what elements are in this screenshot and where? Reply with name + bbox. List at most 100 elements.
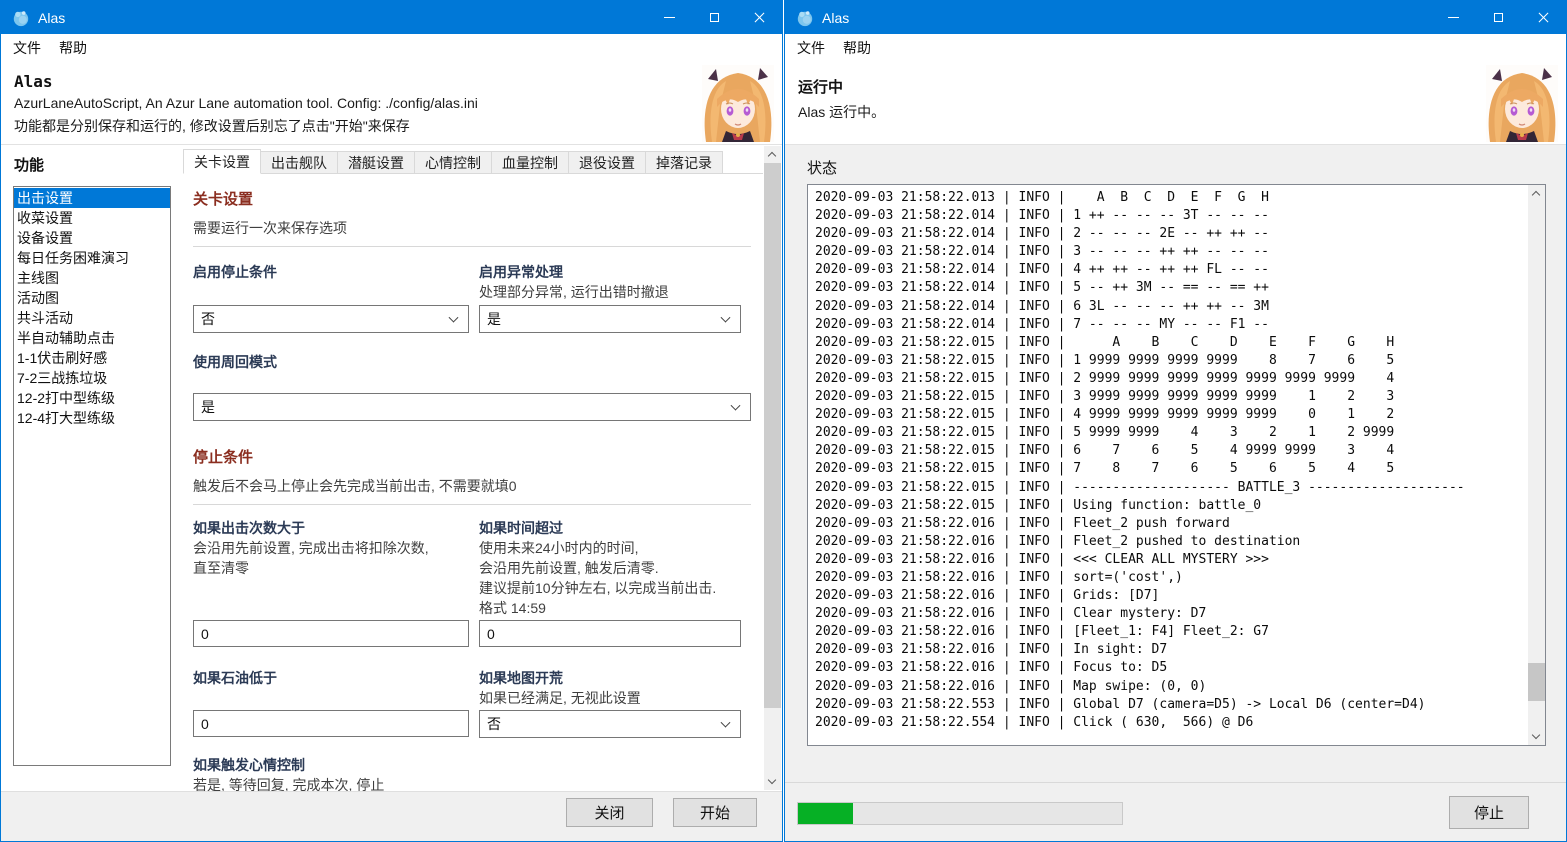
divider <box>193 246 751 247</box>
chevron-down-icon <box>720 312 731 323</box>
close-icon[interactable] <box>737 1 782 34</box>
scroll-down-icon[interactable] <box>1531 730 1541 740</box>
field-label: 如果出击次数大于 <box>193 520 305 536</box>
avatar <box>702 65 774 142</box>
scroll-up-icon[interactable] <box>1531 190 1541 200</box>
window-controls <box>1431 1 1566 34</box>
field-label: 如果地图开荒 <box>479 670 563 686</box>
scrollbar-thumb[interactable] <box>764 163 781 708</box>
sidebar-item[interactable]: 7-2三战拣垃圾 <box>14 368 170 388</box>
chevron-down-icon <box>730 400 741 411</box>
section-heading: 停止条件 <box>193 449 254 466</box>
field-label: 使用周回模式 <box>193 354 277 370</box>
alas-app-icon <box>13 10 29 26</box>
sidebar-item[interactable]: 主线图 <box>14 268 170 288</box>
sidebar-item[interactable]: 出击设置 <box>14 188 170 208</box>
tab[interactable]: 血量控制 <box>492 151 569 174</box>
select-value: 是 <box>487 311 501 327</box>
chevron-down-icon <box>720 717 731 728</box>
log-scrollbar[interactable] <box>1528 185 1545 745</box>
select-value: 否 <box>487 716 501 732</box>
menubar: 文件 帮助 <box>1 34 782 62</box>
header-title: Alas <box>14 72 53 91</box>
titlebar[interactable]: Alas <box>785 1 1566 34</box>
field-desc: 使用未来24小时内的时间, 会沿用先前设置, 触发后清零. 建议提前10分钟左右… <box>479 540 717 616</box>
field-label: 启用停止条件 <box>193 264 277 280</box>
sidebar-item[interactable]: 每日任务困难演习 <box>14 248 170 268</box>
log-body: 状态 2020-09-03 21:58:22.013 | INFO | A B … <box>785 145 1566 782</box>
header-description: AzurLaneAutoScript, An Azur Lane automat… <box>14 95 478 111</box>
progress-fill <box>798 803 854 824</box>
sidebar-item[interactable]: 半自动辅助点击 <box>14 328 170 348</box>
sidebar-title: 功能 <box>14 157 45 174</box>
header-hint: 功能都是分别保存和运行的, 修改设置后别忘了点击"开始"来保存 <box>14 118 410 134</box>
screen: Alas 文件 帮助 Alas AzurLaneAutoScript, An Az… <box>0 0 1567 842</box>
if-oil-input[interactable] <box>193 710 469 737</box>
scroll-up-icon[interactable] <box>767 151 777 161</box>
tab[interactable]: 掉落记录 <box>646 151 723 174</box>
field-desc: 若是, 等待回复, 完成本次, 停止 <box>193 777 385 791</box>
tab[interactable]: 出击舰队 <box>261 151 338 174</box>
select-value: 是 <box>201 399 215 415</box>
menu-item[interactable]: 帮助 <box>50 34 96 62</box>
field-desc: 处理部分异常, 运行出错时撤退 <box>479 284 669 300</box>
if-time-input[interactable] <box>479 620 741 647</box>
log-text: 2020-09-03 21:58:22.013 | INFO | A B C D… <box>815 190 1465 730</box>
if-map-clear-select[interactable]: 否 <box>479 710 741 738</box>
app-header: 运行中 Alas 运行中。 <box>785 62 1566 145</box>
status-label: 状态 <box>807 160 838 177</box>
start-button[interactable]: 开始 <box>673 798 757 827</box>
loop-mode-select[interactable]: 是 <box>193 393 751 421</box>
sidebar-item[interactable]: 活动图 <box>14 288 170 308</box>
footer-bar: 停止 <box>785 782 1566 841</box>
scrollbar-thumb[interactable] <box>1528 663 1545 701</box>
alas-running-window: Alas 文件 帮助 运行中 Alas 运行中。 状态 2020-09-03 2… <box>784 0 1567 842</box>
field-label: 如果石油低于 <box>193 670 277 686</box>
field-label: 如果触发心情控制 <box>193 757 305 773</box>
minimize-icon[interactable] <box>647 1 692 34</box>
menubar: 文件 帮助 <box>785 34 1566 62</box>
alas-settings-window: Alas 文件 帮助 Alas AzurLaneAutoScript, An Az… <box>0 0 783 842</box>
maximize-icon[interactable] <box>1476 1 1521 34</box>
field-desc: 会沿用先前设置, 完成出击将扣除次数, 直至清零 <box>193 540 429 576</box>
stop-button[interactable]: 停止 <box>1449 796 1529 829</box>
field-label: 启用异常处理 <box>479 264 563 280</box>
log-output[interactable]: 2020-09-03 21:58:22.013 | INFO | A B C D… <box>807 184 1546 746</box>
select-value: 否 <box>201 311 215 327</box>
scroll-down-icon[interactable] <box>767 775 777 785</box>
close-icon[interactable] <box>1521 1 1566 34</box>
enable-stop-select[interactable]: 否 <box>193 305 469 333</box>
sidebar-item[interactable]: 共斗活动 <box>14 308 170 328</box>
chevron-down-icon <box>448 312 459 323</box>
tab-bar: 关卡设置 出击舰队 潜艇设置 心情控制 血量控制 退役设置 掉落记录 <box>183 149 723 174</box>
tab[interactable]: 心情控制 <box>415 151 492 174</box>
content-scrollbar[interactable] <box>764 146 781 790</box>
progress-bar <box>797 802 1123 825</box>
sidebar-item[interactable]: 12-2打中型练级 <box>14 388 170 408</box>
maximize-icon[interactable] <box>692 1 737 34</box>
section-desc: 触发后不会马上停止会先完成当前出击, 不需要就填0 <box>193 478 517 494</box>
enable-exception-select[interactable]: 是 <box>479 305 741 333</box>
sidebar-item[interactable]: 12-4打大型练级 <box>14 408 170 428</box>
minimize-icon[interactable] <box>1431 1 1476 34</box>
window-title: Alas <box>38 9 66 26</box>
tab[interactable]: 潜艇设置 <box>338 151 415 174</box>
sidebar-item[interactable]: 1-1伏击刷好感 <box>14 348 170 368</box>
tab-panel: 关卡设置 需要运行一次来保存选项 启用停止条件 启用异常处理 处理部分异常, 运… <box>183 173 763 791</box>
tab[interactable]: 退役设置 <box>569 151 646 174</box>
tab[interactable]: 关卡设置 <box>183 149 261 174</box>
section-heading: 关卡设置 <box>193 191 254 208</box>
titlebar[interactable]: Alas <box>1 1 782 34</box>
settings-body: 功能 出击设置 收菜设置 设备设置 每日任务困难演习 主线图 活动图 共斗活动 半自动辅助点击… <box>1 145 782 791</box>
running-status-title: 运行中 <box>798 79 844 96</box>
footer-bar: 关闭 开始 <box>1 791 782 841</box>
sidebar-item[interactable]: 收菜设置 <box>14 208 170 228</box>
section-desc: 需要运行一次来保存选项 <box>193 220 347 236</box>
menu-item[interactable]: 文件 <box>4 34 50 62</box>
alas-app-icon <box>797 10 813 26</box>
sidebar-item[interactable]: 设备设置 <box>14 228 170 248</box>
menu-item[interactable]: 帮助 <box>834 34 880 62</box>
if-count-input[interactable] <box>193 620 469 647</box>
menu-item[interactable]: 文件 <box>788 34 834 62</box>
close-app-button[interactable]: 关闭 <box>566 798 653 827</box>
